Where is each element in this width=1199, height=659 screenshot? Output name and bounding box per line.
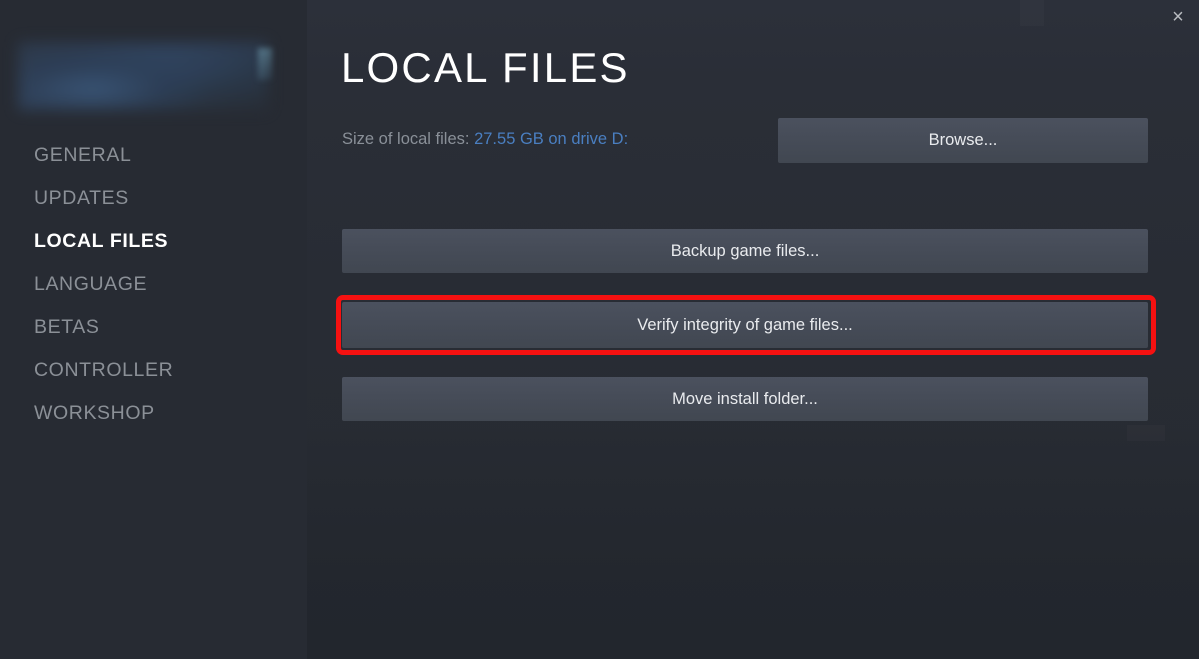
size-label: Size of local files: bbox=[342, 130, 470, 148]
verify-integrity-button[interactable]: Verify integrity of game files... bbox=[342, 302, 1148, 348]
game-title-redacted bbox=[18, 42, 268, 110]
steam-properties-window: GENERAL UPDATES LOCAL FILES LANGUAGE BET… bbox=[0, 0, 1199, 659]
local-files-size-line: Size of local files: 27.55 GB on drive D… bbox=[342, 130, 628, 149]
close-icon[interactable]: × bbox=[1163, 2, 1193, 32]
background-artifact bbox=[1127, 425, 1165, 441]
backup-game-files-button[interactable]: Backup game files... bbox=[342, 229, 1148, 273]
page-title: LOCAL FILES bbox=[341, 44, 630, 91]
browse-button[interactable]: Browse... bbox=[778, 118, 1148, 163]
size-value: 27.55 GB on drive D: bbox=[474, 130, 629, 148]
sidebar-item-general[interactable]: GENERAL bbox=[0, 134, 307, 177]
properties-sidebar: GENERAL UPDATES LOCAL FILES LANGUAGE BET… bbox=[0, 0, 307, 659]
sidebar-item-language[interactable]: LANGUAGE bbox=[0, 263, 307, 306]
panel-bottom-fade bbox=[307, 419, 1199, 659]
sidebar-item-updates[interactable]: UPDATES bbox=[0, 177, 307, 220]
local-files-panel: LOCAL FILES Size of local files: 27.55 G… bbox=[307, 0, 1199, 659]
sidebar-item-local-files[interactable]: LOCAL FILES bbox=[0, 220, 307, 263]
sidebar-item-workshop[interactable]: WORKSHOP bbox=[0, 392, 307, 435]
sidebar-item-controller[interactable]: CONTROLLER bbox=[0, 349, 307, 392]
background-artifact bbox=[1020, 0, 1044, 26]
move-install-folder-button[interactable]: Move install folder... bbox=[342, 377, 1148, 421]
game-title-glyph-artifact bbox=[258, 48, 272, 80]
sidebar-item-betas[interactable]: BETAS bbox=[0, 306, 307, 349]
properties-nav: GENERAL UPDATES LOCAL FILES LANGUAGE BET… bbox=[0, 134, 307, 435]
